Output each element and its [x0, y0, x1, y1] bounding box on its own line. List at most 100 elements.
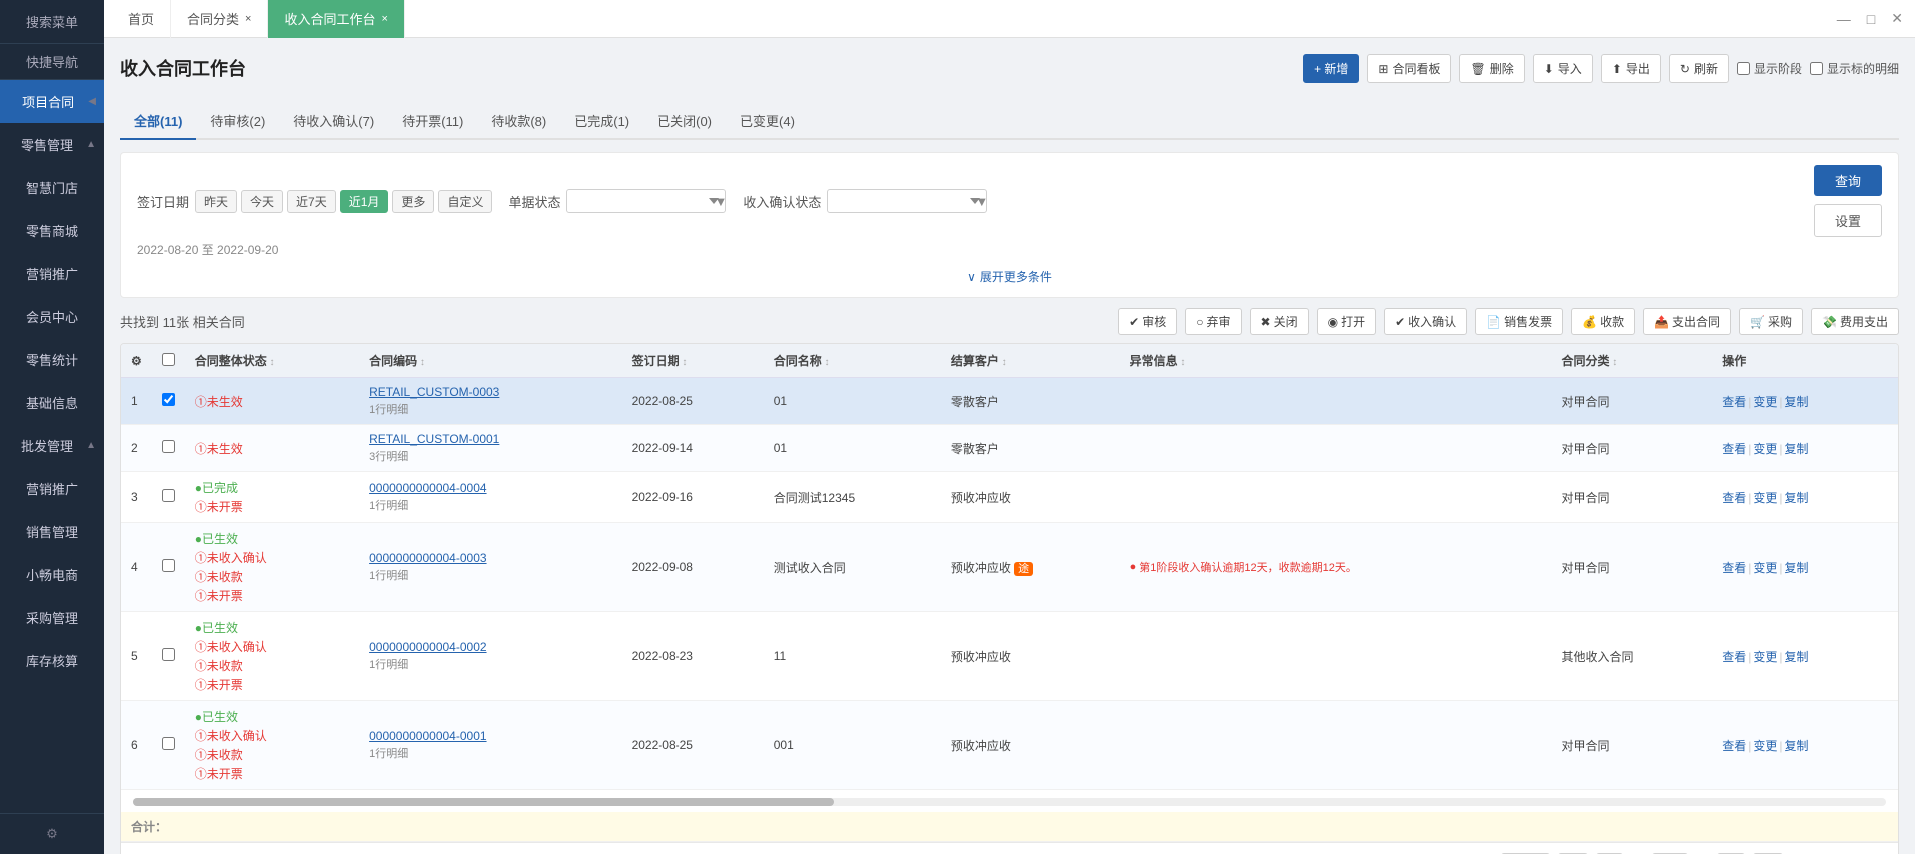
abandon-button[interactable]: ○ 弃审 — [1185, 308, 1241, 335]
close-contract-button[interactable]: ✖ 关闭 — [1250, 308, 1309, 335]
sales-invoice-button[interactable]: 📄 销售发票 — [1475, 308, 1563, 335]
edit-link[interactable]: 变更 — [1753, 395, 1777, 409]
fee-out-button[interactable]: 💸 费用支出 — [1811, 308, 1899, 335]
edit-link[interactable]: 变更 — [1753, 561, 1777, 575]
sidebar-item-retail-shop[interactable]: 零售商城 — [0, 209, 104, 252]
sidebar-item-member[interactable]: 会员中心 — [0, 295, 104, 338]
th-error-info[interactable]: 异常信息 — [1120, 344, 1552, 378]
scrollbar-thumb[interactable] — [133, 798, 834, 806]
contract-code-link[interactable]: 0000000000004-0002 — [369, 640, 486, 654]
import-button[interactable]: ⬇ 导入 — [1533, 54, 1593, 83]
contract-code-link[interactable]: 0000000000004-0001 — [369, 729, 486, 743]
show-detail-checkbox[interactable]: 显示标的明细 — [1810, 60, 1899, 77]
cell-checkbox[interactable] — [152, 425, 185, 472]
open-button[interactable]: ◉ 打开 — [1317, 308, 1377, 335]
filter-tab-pending-confirm[interactable]: 待收入确认(7) — [279, 103, 388, 140]
select-all-checkbox[interactable] — [162, 353, 175, 366]
filter-tab-pending-review[interactable]: 待审核(2) — [196, 103, 279, 140]
purchase-button[interactable]: 🛒 采购 — [1739, 308, 1803, 335]
sidebar-item-marketing2[interactable]: 营销推广 — [0, 467, 104, 510]
copy-link[interactable]: 复制 — [1785, 650, 1809, 664]
review-button[interactable]: ✔ 审核 — [1118, 308, 1177, 335]
contract-code-link[interactable]: 0000000000004-0004 — [369, 481, 486, 495]
th-sign-date[interactable]: 签订日期 — [622, 344, 764, 378]
row-checkbox[interactable] — [162, 440, 175, 453]
contract-code-link[interactable]: RETAIL_CUSTOM-0001 — [369, 432, 499, 446]
copy-link[interactable]: 复制 — [1785, 561, 1809, 575]
show-stage-checkbox[interactable]: 显示阶段 — [1737, 60, 1802, 77]
view-link[interactable]: 查看 — [1722, 739, 1746, 753]
contract-code-link[interactable]: 0000000000004-0003 — [369, 551, 486, 565]
row-checkbox[interactable] — [162, 559, 175, 572]
cell-checkbox[interactable] — [152, 472, 185, 523]
row-checkbox[interactable] — [162, 648, 175, 661]
tab-close-icon[interactable]: × — [245, 13, 251, 25]
sidebar-item-project[interactable]: 项目合同 ◀ — [0, 80, 104, 123]
refresh-button[interactable]: ↻ 刷新 — [1669, 54, 1729, 83]
show-stage-input[interactable] — [1737, 62, 1750, 75]
date-btn-custom[interactable]: 自定义 — [438, 190, 492, 213]
sidebar-nav[interactable]: 快捷导航 — [0, 44, 104, 80]
edit-link[interactable]: 变更 — [1753, 491, 1777, 505]
horizontal-scrollbar[interactable] — [133, 798, 1886, 806]
sidebar-item-purchase[interactable]: 采购管理 — [0, 596, 104, 639]
kanban-button[interactable]: ⊞ 合同看板 — [1367, 54, 1451, 83]
sidebar-search[interactable]: 搜索菜单 — [0, 0, 104, 44]
minimize-icon[interactable]: — — [1833, 11, 1855, 27]
date-btn-more[interactable]: 更多 — [392, 190, 434, 213]
sidebar-item-smart-store[interactable]: 智慧门店 — [0, 166, 104, 209]
date-btn-7days[interactable]: 近7天 — [287, 190, 336, 213]
doc-status-select[interactable] — [566, 189, 726, 213]
tab-contract-category[interactable]: 合同分类 × — [171, 0, 268, 38]
copy-link[interactable]: 复制 — [1785, 395, 1809, 409]
view-link[interactable]: 查看 — [1722, 395, 1746, 409]
row-checkbox[interactable] — [162, 737, 175, 750]
sidebar-item-xiaochang[interactable]: 小畅电商 — [0, 553, 104, 596]
contract-code-link[interactable]: RETAIL_CUSTOM-0003 — [369, 385, 499, 399]
maximize-icon[interactable]: □ — [1863, 11, 1879, 27]
sidebar-item-base-info[interactable]: 基础信息 — [0, 381, 104, 424]
expense-out-button[interactable]: 📤 支出合同 — [1643, 308, 1731, 335]
sidebar-item-wholesale-mgmt[interactable]: 批发管理 ▲ — [0, 424, 104, 467]
expand-filter-button[interactable]: ∨ 展开更多条件 — [967, 268, 1052, 285]
close-icon[interactable]: ✕ — [1887, 10, 1907, 27]
view-link[interactable]: 查看 — [1722, 561, 1746, 575]
copy-link[interactable]: 复制 — [1785, 491, 1809, 505]
sidebar-item-inventory[interactable]: 库存核算 — [0, 639, 104, 682]
filter-tab-pending-invoice[interactable]: 待开票(11) — [388, 103, 477, 140]
edit-link[interactable]: 变更 — [1753, 442, 1777, 456]
delete-button[interactable]: 🗑 删除 — [1459, 54, 1524, 83]
tab-close-icon[interactable]: × — [381, 13, 387, 25]
copy-link[interactable]: 复制 — [1785, 442, 1809, 456]
filter-tab-all[interactable]: 全部(11) — [120, 103, 196, 140]
th-status[interactable]: 合同整体状态 — [185, 344, 359, 378]
income-confirm-select[interactable] — [827, 189, 987, 213]
date-btn-1month[interactable]: 近1月 — [340, 190, 389, 213]
sidebar-item-retail-stat[interactable]: 零售统计 — [0, 338, 104, 381]
th-category[interactable]: 合同分类 — [1552, 344, 1713, 378]
row-checkbox[interactable] — [162, 489, 175, 502]
date-btn-yesterday[interactable]: 昨天 — [195, 190, 237, 213]
th-code[interactable]: 合同编码 — [359, 344, 621, 378]
settings-button[interactable]: 设置 — [1814, 204, 1882, 237]
view-link[interactable]: 查看 — [1722, 650, 1746, 664]
cell-checkbox[interactable] — [152, 701, 185, 790]
cell-checkbox[interactable] — [152, 523, 185, 612]
th-settings[interactable]: ⚙ — [121, 344, 152, 378]
filter-tab-pending-payment[interactable]: 待收款(8) — [477, 103, 560, 140]
view-link[interactable]: 查看 — [1722, 442, 1746, 456]
cell-checkbox[interactable] — [152, 378, 185, 425]
th-customer[interactable]: 结算客户 — [941, 344, 1120, 378]
new-button[interactable]: + 新增 — [1303, 54, 1359, 83]
th-name[interactable]: 合同名称 — [764, 344, 941, 378]
sidebar-item-marketing[interactable]: 营销推广 — [0, 252, 104, 295]
tab-income-workbench[interactable]: 收入合同工作台 × — [268, 0, 404, 38]
settings-button[interactable]: ⚙ — [0, 813, 104, 854]
query-button[interactable]: 查询 — [1814, 165, 1882, 196]
th-checkbox[interactable] — [152, 344, 185, 378]
row-checkbox[interactable] — [162, 393, 175, 406]
filter-tab-changed[interactable]: 已变更(4) — [726, 103, 809, 140]
export-button[interactable]: ⬆ 导出 — [1601, 54, 1661, 83]
sidebar-item-sales-mgmt[interactable]: 销售管理 — [0, 510, 104, 553]
copy-link[interactable]: 复制 — [1785, 739, 1809, 753]
